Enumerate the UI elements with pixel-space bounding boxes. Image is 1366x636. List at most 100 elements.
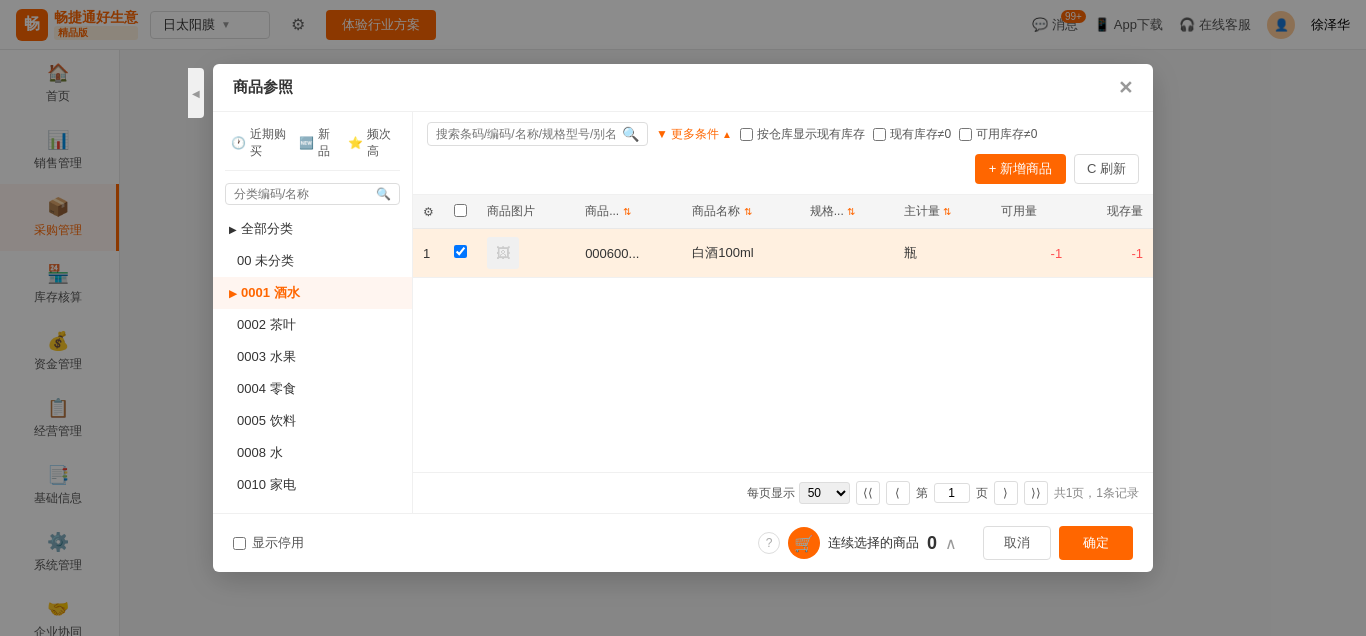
last-page-button[interactable]: ⟩⟩ [1024,481,1048,505]
next-page-button[interactable]: ⟩ [994,481,1018,505]
triangle-right-icon: ▶ [229,288,237,299]
category-item-beverage[interactable]: 0005 饮料 [213,405,412,437]
available-stock-ne0-checkbox[interactable]: 可用库存≠0 [959,126,1037,143]
category-label: 0001 酒水 [241,284,300,302]
toolbar-right: + 新增商品 C 刷新 [975,154,1139,184]
more-filters-button[interactable]: ▼ 更多条件 ▲ [656,126,732,143]
col-name-label: 商品名称 [692,204,740,218]
category-panel: 🕐 近期购买 🆕 新品 ⭐ 频次高 [213,112,413,513]
sort-icon: ⇅ [744,206,752,217]
frequent-tab[interactable]: ⭐ 频次高 [342,124,400,162]
category-item-appliance[interactable]: 0010 家电 [213,469,412,501]
new-icon: 🆕 [299,136,314,150]
row-image: 🖼 [477,229,575,278]
warehouse-stock-checkbox-input[interactable] [740,128,753,141]
add-product-button[interactable]: + 新增商品 [975,154,1066,184]
category-label: 0008 水 [237,444,283,462]
cart-label: 连续选择的商品 [828,534,919,552]
row-available: -1 [991,229,1072,278]
tab-label: 近期购买 [250,126,287,160]
category-item-tea[interactable]: 0002 茶叶 [213,309,412,341]
recent-purchase-tab[interactable]: 🕐 近期购买 [225,124,293,162]
refresh-button[interactable]: C 刷新 [1074,154,1139,184]
settings-icon[interactable]: ⚙ [423,205,434,219]
page-prefix: 第 [916,485,928,502]
modal-footer: 显示停用 ? 🛒 连续选择的商品 0 ∧ 取消 确定 [213,513,1153,572]
row-stock: -1 [1072,229,1153,278]
current-page-input[interactable] [934,483,970,503]
product-table: ⚙ 商品图片 商品... ⇅ 商品名称 ⇅ [413,195,1153,278]
row-name: 白酒100ml [682,229,800,278]
category-list: ▶ 全部分类 00 未分类 ▶ 0001 酒水 0002 茶叶 [213,213,412,501]
category-item-snack[interactable]: 0004 零食 [213,373,412,405]
row-select-checkbox[interactable] [454,245,467,258]
category-item-water[interactable]: 0008 水 [213,437,412,469]
star-icon: ⭐ [348,136,363,150]
select-all-checkbox[interactable] [454,204,467,217]
help-icon[interactable]: ? [758,532,780,554]
cart-section: ? 🛒 连续选择的商品 0 ∧ [758,527,957,559]
category-quick-tabs: 🕐 近期购买 🆕 新品 ⭐ 频次高 [225,124,400,171]
category-label: 0010 家电 [237,476,296,494]
show-disabled-checkbox[interactable] [233,537,246,550]
page-size-label: 每页显示 [747,485,795,502]
page-size-selector: 每页显示 50 10 20 100 [747,482,850,504]
cart-button[interactable]: 🛒 [788,527,820,559]
sort-icon: ⇅ [847,206,855,217]
col-select-all [444,195,477,229]
col-code[interactable]: 商品... ⇅ [575,195,682,229]
category-item-liquor[interactable]: ▶ 0001 酒水 [213,277,412,309]
confirm-button[interactable]: 确定 [1059,526,1133,560]
new-product-tab[interactable]: 🆕 新品 [293,124,341,162]
category-search-input[interactable] [234,187,372,201]
prev-page-button[interactable]: ⟨ [886,481,910,505]
available-stock-ne0-input[interactable] [959,128,972,141]
category-label: 0005 饮料 [237,412,296,430]
warehouse-stock-label: 按仓库显示现有库存 [757,126,865,143]
image-icon: 🖼 [496,245,510,261]
modal-header: 商品参照 ✕ [213,64,1153,112]
page-size-select-input[interactable]: 50 10 20 100 [799,482,850,504]
product-toolbar: 🔍 ▼ 更多条件 ▲ 按仓库显示现有库存 [413,112,1153,195]
product-table-wrap: ⚙ 商品图片 商品... ⇅ 商品名称 ⇅ [413,195,1153,472]
filter-label: 更多条件 [671,126,719,143]
show-disabled-checkbox-group[interactable]: 显示停用 [233,534,304,552]
col-name[interactable]: 商品名称 ⇅ [682,195,800,229]
clock-icon: 🕐 [231,136,246,150]
sort-icon: ⇅ [943,206,951,217]
table-row[interactable]: 1 🖼 000600... 白酒100ml [413,229,1153,278]
product-search-input[interactable] [436,127,616,141]
triangle-right-icon: ▶ [229,224,237,235]
col-stock: 现存量 [1072,195,1153,229]
category-item-all[interactable]: ▶ 全部分类 [213,213,412,245]
category-label: 0003 水果 [237,348,296,366]
cancel-button[interactable]: 取消 [983,526,1051,560]
available-stock-ne0-label: 可用库存≠0 [976,126,1037,143]
search-icon[interactable]: 🔍 [622,126,639,142]
filter-icon: ▼ [656,127,668,141]
category-item-uncategorized[interactable]: 00 未分类 [213,245,412,277]
warehouse-stock-checkbox[interactable]: 按仓库显示现有库存 [740,126,865,143]
modal-close-button[interactable]: ✕ [1118,79,1133,97]
sort-icon: ⇅ [623,206,631,217]
chevron-up-icon: ▲ [722,129,732,140]
current-stock-ne0-checkbox[interactable]: 现有库存≠0 [873,126,951,143]
row-spec [800,229,894,278]
category-label: 全部分类 [241,220,293,238]
category-label: 0002 茶叶 [237,316,296,334]
col-unit: 主计量 ⇅ [894,195,991,229]
cart-collapse-button[interactable]: ∧ [945,534,957,553]
current-stock-ne0-input[interactable] [873,128,886,141]
first-page-button[interactable]: ⟨⟨ [856,481,880,505]
category-item-fruit[interactable]: 0003 水果 [213,341,412,373]
product-reference-modal: 商品参照 ✕ 🕐 近期购买 🆕 新品 [213,64,1153,572]
row-unit: 瓶 [894,229,991,278]
current-stock-ne0-label: 现有库存≠0 [890,126,951,143]
category-search-icon[interactable]: 🔍 [376,187,391,201]
pagination: 每页显示 50 10 20 100 ⟨⟨ ⟨ 第 页 [413,472,1153,513]
col-gear: ⚙ [413,195,444,229]
page-word: 页 [976,485,988,502]
col-spec: 规格... ⇅ [800,195,894,229]
cart-count: 0 [927,533,937,554]
category-search-box: 🔍 [225,183,400,205]
